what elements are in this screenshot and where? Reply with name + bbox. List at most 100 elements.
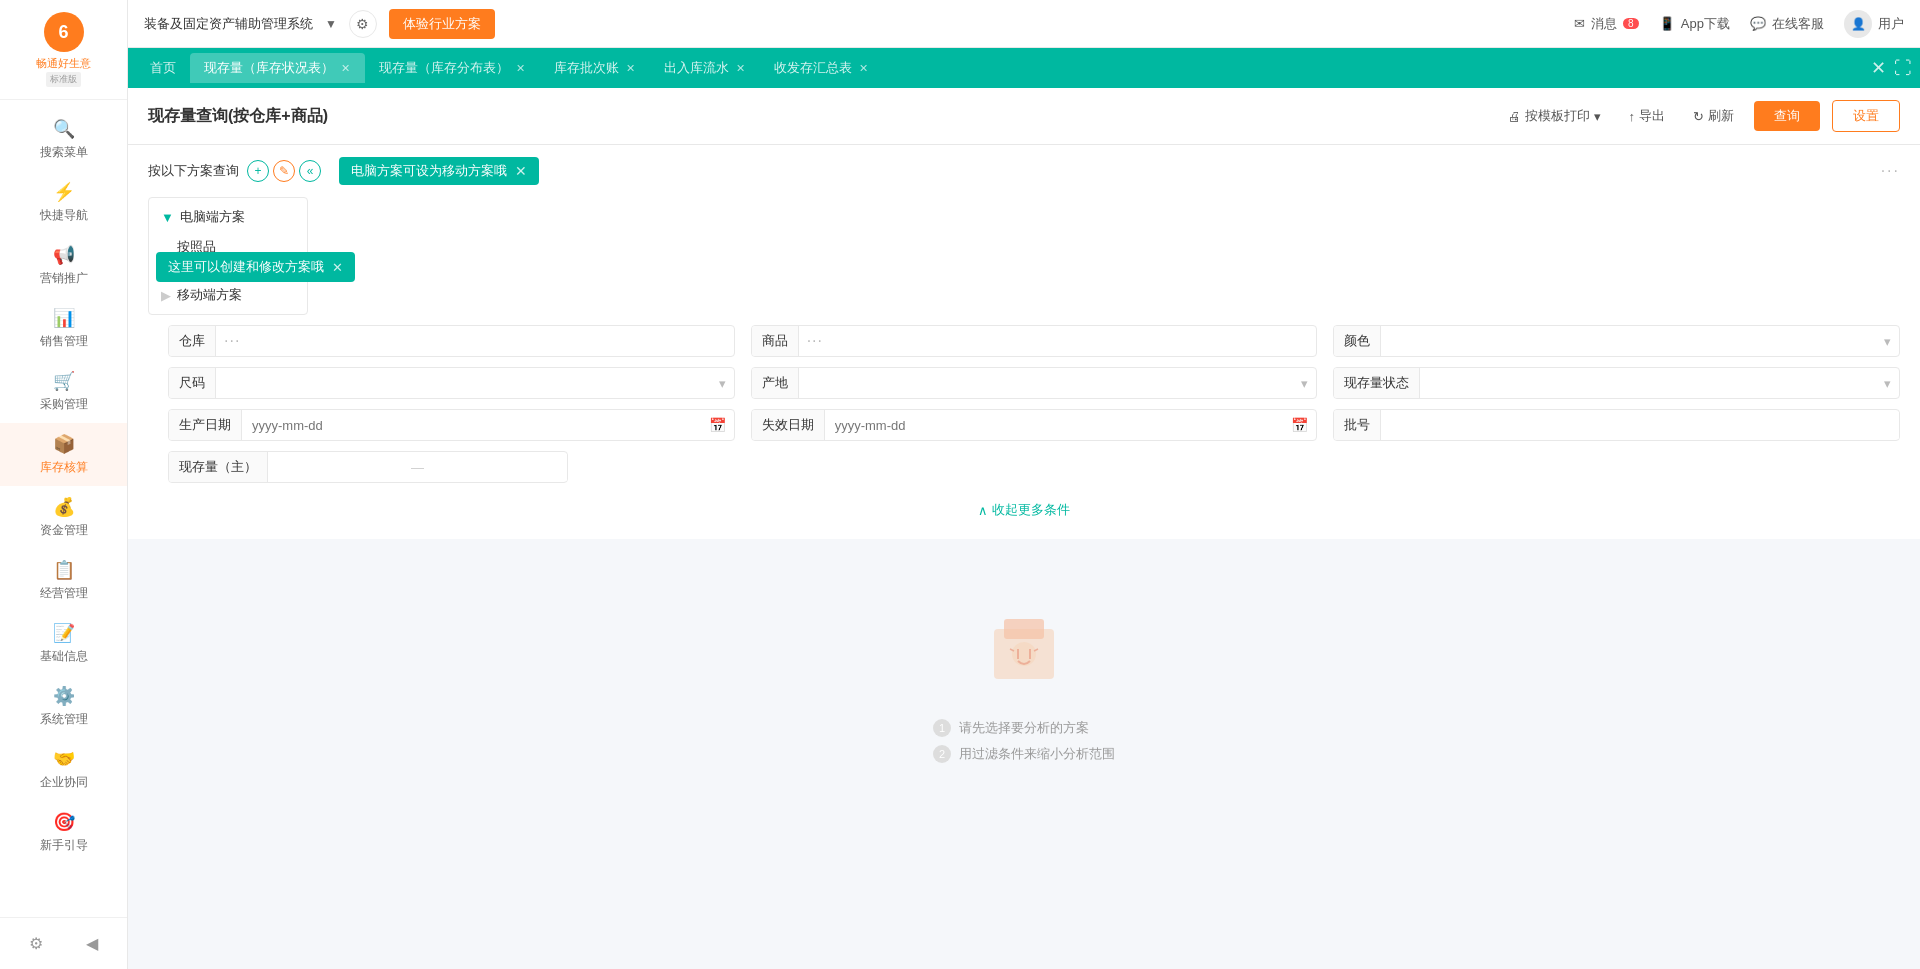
sidebar-item-label: 经营管理	[40, 585, 88, 602]
product-field: 商品 ···	[751, 325, 1318, 357]
sidebar-item-operations[interactable]: 📋 经营管理	[0, 549, 127, 612]
expiry-date-calendar-icon[interactable]: 📅	[1283, 417, 1316, 433]
tree-expand-icon: ▼	[161, 210, 174, 225]
sidebar-item-quick-nav[interactable]: ⚡ 快捷导航	[0, 171, 127, 234]
header-right: ✉ 消息 8 📱 App下载 💬 在线客服 👤 用户	[1574, 10, 1904, 38]
scheme-tree-label: 移动端方案	[177, 286, 242, 304]
scheme-tooltip[interactable]: 电脑方案可设为移动方案哦 ✕	[339, 157, 539, 185]
batch-no-input[interactable]	[1381, 412, 1899, 439]
message-btn[interactable]: ✉ 消息 8	[1574, 15, 1639, 33]
empty-tips: 1 请先选择要分析的方案 2 用过滤条件来缩小分析范围	[933, 719, 1115, 763]
tab-in-out-flow[interactable]: 出入库流水 ✕	[650, 53, 760, 83]
tab-collect-summary-label: 收发存汇总表	[774, 59, 852, 77]
stock-main-to-input[interactable]	[432, 454, 567, 481]
user-btn[interactable]: 👤 用户	[1844, 10, 1904, 38]
size-label: 尺码	[169, 368, 216, 398]
header-settings-btn[interactable]: ⚙	[349, 10, 377, 38]
scheme-tooltip-close[interactable]: ✕	[515, 163, 527, 179]
print-btn[interactable]: 🖨 按模板打印 ▾	[1500, 103, 1609, 129]
tab-fullscreen-btn[interactable]: ⛶	[1894, 58, 1912, 79]
sidebar-item-finance[interactable]: 💰 资金管理	[0, 486, 127, 549]
production-date-input[interactable]	[242, 412, 701, 439]
tip-num-2: 2	[933, 745, 951, 763]
expiry-date-input[interactable]	[825, 412, 1284, 439]
sidebar-item-marketing[interactable]: 📢 营销推广	[0, 234, 127, 297]
tab-close-btn[interactable]: ✕	[515, 61, 526, 76]
collapse-sidebar-btn[interactable]: ◀	[82, 930, 102, 957]
sidebar-item-guide[interactable]: 🎯 新手引导	[0, 801, 127, 864]
industry-btn[interactable]: 体验行业方案	[389, 9, 495, 39]
size-dropdown-icon[interactable]: ▾	[711, 376, 734, 391]
tab-collect-summary[interactable]: 收发存汇总表 ✕	[760, 53, 883, 83]
sidebar-item-basic-info[interactable]: 📝 基础信息	[0, 612, 127, 675]
tab-in-out-flow-label: 出入库流水	[664, 59, 729, 77]
warehouse-field: 仓库 ···	[168, 325, 735, 357]
warehouse-more-btn[interactable]: ···	[216, 332, 248, 350]
sidebar-item-enterprise[interactable]: 🤝 企业协同	[0, 738, 127, 801]
stock-main-from-input[interactable]	[268, 454, 403, 481]
sidebar-item-system[interactable]: ⚙️ 系统管理	[0, 675, 127, 738]
size-field: 尺码 ▾	[168, 367, 735, 399]
stock-main-field: 现存量（主） —	[168, 451, 568, 483]
tab-home[interactable]: 首页	[136, 53, 190, 83]
tab-close-btn[interactable]: ✕	[858, 61, 869, 76]
more-options-btn[interactable]: ···	[1881, 162, 1900, 180]
export-btn[interactable]: ↑ 导出	[1621, 103, 1674, 129]
sidebar-item-purchase[interactable]: 🛒 采购管理	[0, 360, 127, 423]
filter-row-2: 尺码 ▾ 产地 ▾ 现存量状态 ▾	[148, 367, 1900, 399]
collapse-bar[interactable]: ∧ 收起更多条件	[148, 493, 1900, 527]
app-download-btn[interactable]: 📱 App下载	[1659, 15, 1730, 33]
content-title-row: 现存量查询(按仓库+商品) 🖨 按模板打印 ▾ ↑ 导出 ↻ 刷新	[148, 100, 1900, 132]
tab-close-btn[interactable]: ✕	[625, 61, 636, 76]
prev-scheme-btn[interactable]: «	[299, 160, 321, 182]
color-input[interactable]	[1381, 328, 1876, 355]
production-date-calendar-icon[interactable]: 📅	[701, 417, 734, 433]
origin-input[interactable]	[799, 370, 1294, 397]
scheme-tree-label: 电脑端方案	[180, 208, 245, 226]
sidebar-item-label: 搜索菜单	[40, 144, 88, 161]
reset-button[interactable]: 设置	[1832, 100, 1900, 132]
refresh-btn[interactable]: ↻ 刷新	[1685, 103, 1742, 129]
collapse-label: 收起更多条件	[992, 501, 1070, 519]
system-name: 装备及固定资产辅助管理系统	[144, 15, 313, 33]
tab-batch-account[interactable]: 库存批次账 ✕	[540, 53, 650, 83]
tab-close-all-btn[interactable]: ✕	[1871, 57, 1886, 79]
add-scheme-btn[interactable]: +	[247, 160, 269, 182]
stock-status-input[interactable]	[1420, 370, 1876, 397]
refresh-icon: ↻	[1693, 109, 1704, 124]
sidebar-item-inventory[interactable]: 📦 库存核算	[0, 423, 127, 486]
tab-close-btn[interactable]: ✕	[735, 61, 746, 76]
tab-close-btn[interactable]: ✕	[340, 61, 351, 76]
production-date-field: 生产日期 📅	[168, 409, 735, 441]
edit-scheme-btn[interactable]: ✎	[273, 160, 295, 182]
settings-bottom-btn[interactable]: ⚙	[25, 930, 47, 957]
scheme-tree-item-desktop[interactable]: ▼ 电脑端方案	[149, 202, 307, 232]
product-more-btn[interactable]: ···	[799, 332, 831, 350]
content-header: 现存量查询(按仓库+商品) 🖨 按模板打印 ▾ ↑ 导出 ↻ 刷新	[128, 88, 1920, 145]
content-actions: 🖨 按模板打印 ▾ ↑ 导出 ↻ 刷新 查询 设置	[1500, 100, 1901, 132]
stock-status-dropdown-icon[interactable]: ▾	[1876, 376, 1899, 391]
size-input[interactable]	[216, 370, 711, 397]
scheme-tree-item-mobile[interactable]: ▶ 移动端方案	[149, 280, 307, 310]
origin-field: 产地 ▾	[751, 367, 1318, 399]
filter-header: 按以下方案查询 + ✎ « 电脑方案可设为移动方案哦 ✕ ···	[148, 157, 1900, 185]
export-label: 导出	[1639, 107, 1665, 125]
filter-section: 按以下方案查询 + ✎ « 电脑方案可设为移动方案哦 ✕ ···	[128, 145, 1920, 539]
tab-inventory-status[interactable]: 现存量（库存状况表） ✕	[190, 53, 365, 83]
support-icon: 💬	[1750, 16, 1766, 31]
tip-text-1: 请先选择要分析的方案	[959, 719, 1089, 737]
edit-tooltip-close[interactable]: ✕	[332, 260, 343, 275]
tab-home-label: 首页	[150, 59, 176, 77]
sidebar-item-sales[interactable]: 📊 销售管理	[0, 297, 127, 360]
batch-no-field: 批号	[1333, 409, 1900, 441]
empty-state: 1 请先选择要分析的方案 2 用过滤条件来缩小分析范围	[128, 539, 1920, 823]
online-support-btn[interactable]: 💬 在线客服	[1750, 15, 1824, 33]
header-dropdown[interactable]: ▼	[325, 17, 337, 31]
message-icon: ✉	[1574, 16, 1585, 31]
origin-dropdown-icon[interactable]: ▾	[1293, 376, 1316, 391]
color-dropdown-icon[interactable]: ▾	[1876, 334, 1899, 349]
tab-batch-account-label: 库存批次账	[554, 59, 619, 77]
sidebar-item-search-menu[interactable]: 🔍 搜索菜单	[0, 108, 127, 171]
search-button[interactable]: 查询	[1754, 101, 1820, 131]
tab-inventory-dist[interactable]: 现存量（库存分布表） ✕	[365, 53, 540, 83]
